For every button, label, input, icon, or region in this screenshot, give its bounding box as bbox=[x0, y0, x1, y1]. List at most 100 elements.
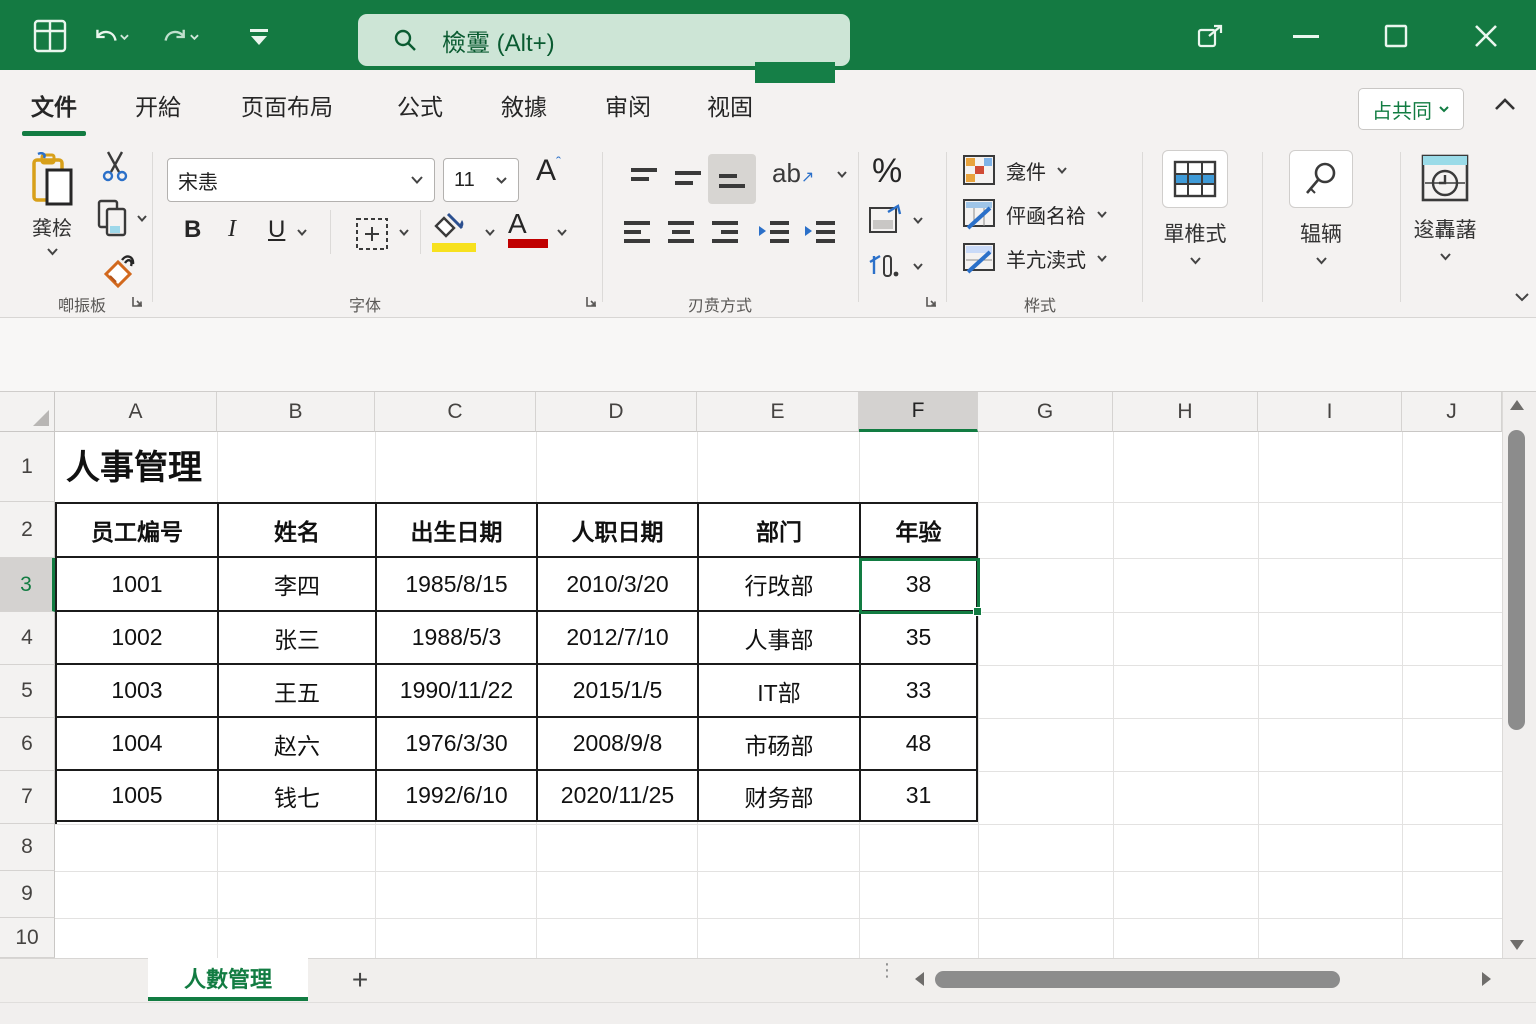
minimize-button[interactable] bbox=[1286, 26, 1326, 46]
cell-D3[interactable]: 2010/3/20 bbox=[538, 558, 699, 612]
quick-access-filter-icon[interactable] bbox=[242, 22, 276, 52]
increase-indent-button[interactable] bbox=[803, 218, 837, 248]
column-header-J[interactable]: J bbox=[1402, 392, 1502, 432]
column-header-F[interactable]: F bbox=[859, 392, 978, 432]
cell-F6[interactable]: 48 bbox=[861, 718, 978, 771]
align-center-button[interactable] bbox=[666, 218, 696, 248]
search-box[interactable]: 檢霻 (Alt+) bbox=[358, 14, 850, 66]
column-header-H[interactable]: H bbox=[1113, 392, 1258, 432]
align-right-button[interactable] bbox=[710, 218, 740, 248]
vertical-scroll-thumb[interactable] bbox=[1508, 430, 1525, 730]
format-as-table-button[interactable]: 伻凾名袷 bbox=[962, 198, 1108, 230]
font-color-dropdown[interactable] bbox=[556, 228, 568, 237]
hscroll-left-arrow[interactable] bbox=[912, 970, 926, 988]
header-cell-birth-date[interactable]: 出生日期 bbox=[377, 504, 538, 558]
row-header-9[interactable]: 9 bbox=[0, 871, 55, 918]
tab-formulas[interactable]: 公式 bbox=[380, 70, 460, 140]
cell-styles-button[interactable]: 羊亢渎式 bbox=[962, 242, 1108, 274]
row-header-3[interactable]: 3 bbox=[0, 558, 55, 612]
cell-B6[interactable]: 赵六 bbox=[219, 718, 377, 771]
cell-A7[interactable]: 1005 bbox=[57, 771, 219, 822]
cell-F4[interactable]: 35 bbox=[861, 612, 978, 665]
font-dialog-launcher[interactable] bbox=[584, 294, 599, 309]
fill-handle[interactable] bbox=[973, 607, 982, 616]
orientation-dropdown[interactable] bbox=[836, 170, 848, 179]
align-left-button[interactable] bbox=[622, 218, 652, 248]
header-cell-age[interactable]: 年验 bbox=[861, 504, 978, 558]
cell-D6[interactable]: 2008/9/8 bbox=[538, 718, 699, 771]
format-painter-button[interactable] bbox=[100, 252, 138, 292]
cut-button[interactable] bbox=[100, 150, 130, 182]
share-link-icon[interactable] bbox=[1192, 22, 1228, 52]
column-header-I[interactable]: I bbox=[1258, 392, 1402, 432]
align-middle-button[interactable] bbox=[666, 158, 710, 200]
cell-B7[interactable]: 钱七 bbox=[219, 771, 377, 822]
cell-D4[interactable]: 2012/7/10 bbox=[538, 612, 699, 665]
tab-file[interactable]: 文件 bbox=[18, 70, 90, 140]
add-sheet-button[interactable]: + bbox=[340, 962, 380, 998]
cell-D7[interactable]: 2020/11/25 bbox=[538, 771, 699, 822]
close-button[interactable] bbox=[1466, 18, 1506, 54]
italic-button[interactable]: I bbox=[228, 216, 236, 243]
number-format-button[interactable] bbox=[868, 204, 924, 236]
cell-E6[interactable]: 市砀部 bbox=[699, 718, 861, 771]
clipboard-dialog-launcher[interactable] bbox=[130, 294, 145, 309]
row-header-7[interactable]: 7 bbox=[0, 771, 55, 824]
align-bottom-button[interactable] bbox=[708, 154, 756, 204]
sheet-tab-active[interactable]: 人數管理 bbox=[148, 958, 308, 1001]
cell-E7[interactable]: 财务部 bbox=[699, 771, 861, 822]
header-cell-name[interactable]: 姓名 bbox=[219, 504, 377, 558]
addins-button[interactable]: 逡轟藷 bbox=[1402, 150, 1488, 261]
tab-data[interactable]: 敘據 bbox=[484, 70, 564, 140]
cell-D5[interactable]: 2015/1/5 bbox=[538, 665, 699, 718]
column-header-A[interactable]: A bbox=[55, 392, 217, 432]
fill-color-button[interactable] bbox=[432, 212, 476, 252]
column-header-C[interactable]: C bbox=[375, 392, 536, 432]
header-cell-department[interactable]: 部门 bbox=[699, 504, 861, 558]
row-header-5[interactable]: 5 bbox=[0, 665, 55, 718]
share-button[interactable]: 占共同 bbox=[1358, 88, 1464, 130]
header-cell-join-date[interactable]: 人职日期 bbox=[538, 504, 699, 558]
cell-A6[interactable]: 1004 bbox=[57, 718, 219, 771]
align-top-button[interactable] bbox=[622, 158, 666, 200]
ribbon-more-chevron[interactable] bbox=[1514, 292, 1530, 303]
fill-color-dropdown[interactable] bbox=[484, 228, 496, 237]
number-dialog-launcher[interactable] bbox=[924, 294, 939, 309]
tab-home[interactable]: 开給 bbox=[118, 70, 198, 140]
conditional-formatting-button[interactable]: 龛件 bbox=[962, 154, 1068, 186]
decrease-indent-button[interactable] bbox=[757, 218, 791, 248]
row-header-2[interactable]: 2 bbox=[0, 502, 55, 558]
scroll-up-arrow[interactable] bbox=[1508, 398, 1526, 412]
horizontal-scroll-thumb[interactable] bbox=[935, 971, 1340, 988]
increase-font-size-button[interactable]: Aˆ bbox=[536, 154, 561, 188]
copy-button[interactable] bbox=[96, 198, 148, 238]
header-cell-employee-id[interactable]: 员工煸号 bbox=[57, 504, 219, 558]
cell-C6[interactable]: 1976/3/30 bbox=[377, 718, 538, 771]
column-header-G[interactable]: G bbox=[978, 392, 1113, 432]
row-header-6[interactable]: 6 bbox=[0, 718, 55, 771]
percent-style-button[interactable]: % bbox=[872, 152, 902, 191]
cell-F5[interactable]: 33 bbox=[861, 665, 978, 718]
row-header-10[interactable]: 10 bbox=[0, 918, 55, 958]
column-header-B[interactable]: B bbox=[217, 392, 375, 432]
cell-B4[interactable]: 张三 bbox=[219, 612, 377, 665]
editing-button[interactable]: 辒辆 bbox=[1282, 150, 1360, 265]
cell-C7[interactable]: 1992/6/10 bbox=[377, 771, 538, 822]
undo-button[interactable] bbox=[92, 22, 130, 52]
redo-button[interactable] bbox=[162, 22, 200, 52]
font-color-button[interactable]: A bbox=[508, 210, 548, 248]
select-all-button[interactable] bbox=[0, 392, 55, 432]
cell-F7[interactable]: 31 bbox=[861, 771, 978, 822]
tab-scroll-splitter[interactable]: ⋮ bbox=[878, 961, 896, 979]
row-header-4[interactable]: 4 bbox=[0, 612, 55, 665]
tab-review[interactable]: 审闵 bbox=[588, 70, 668, 140]
worksheet-title-cell[interactable]: 人事管理 bbox=[66, 440, 202, 489]
cell-A3[interactable]: 1001 bbox=[57, 558, 219, 612]
cell-B5[interactable]: 王五 bbox=[219, 665, 377, 718]
scroll-down-arrow[interactable] bbox=[1508, 938, 1526, 952]
cell-A5[interactable]: 1003 bbox=[57, 665, 219, 718]
cell-C5[interactable]: 1990/11/22 bbox=[377, 665, 538, 718]
hscroll-right-arrow[interactable] bbox=[1480, 970, 1494, 988]
font-size-combo[interactable]: 11 bbox=[443, 158, 519, 202]
decimal-button[interactable] bbox=[868, 250, 924, 282]
